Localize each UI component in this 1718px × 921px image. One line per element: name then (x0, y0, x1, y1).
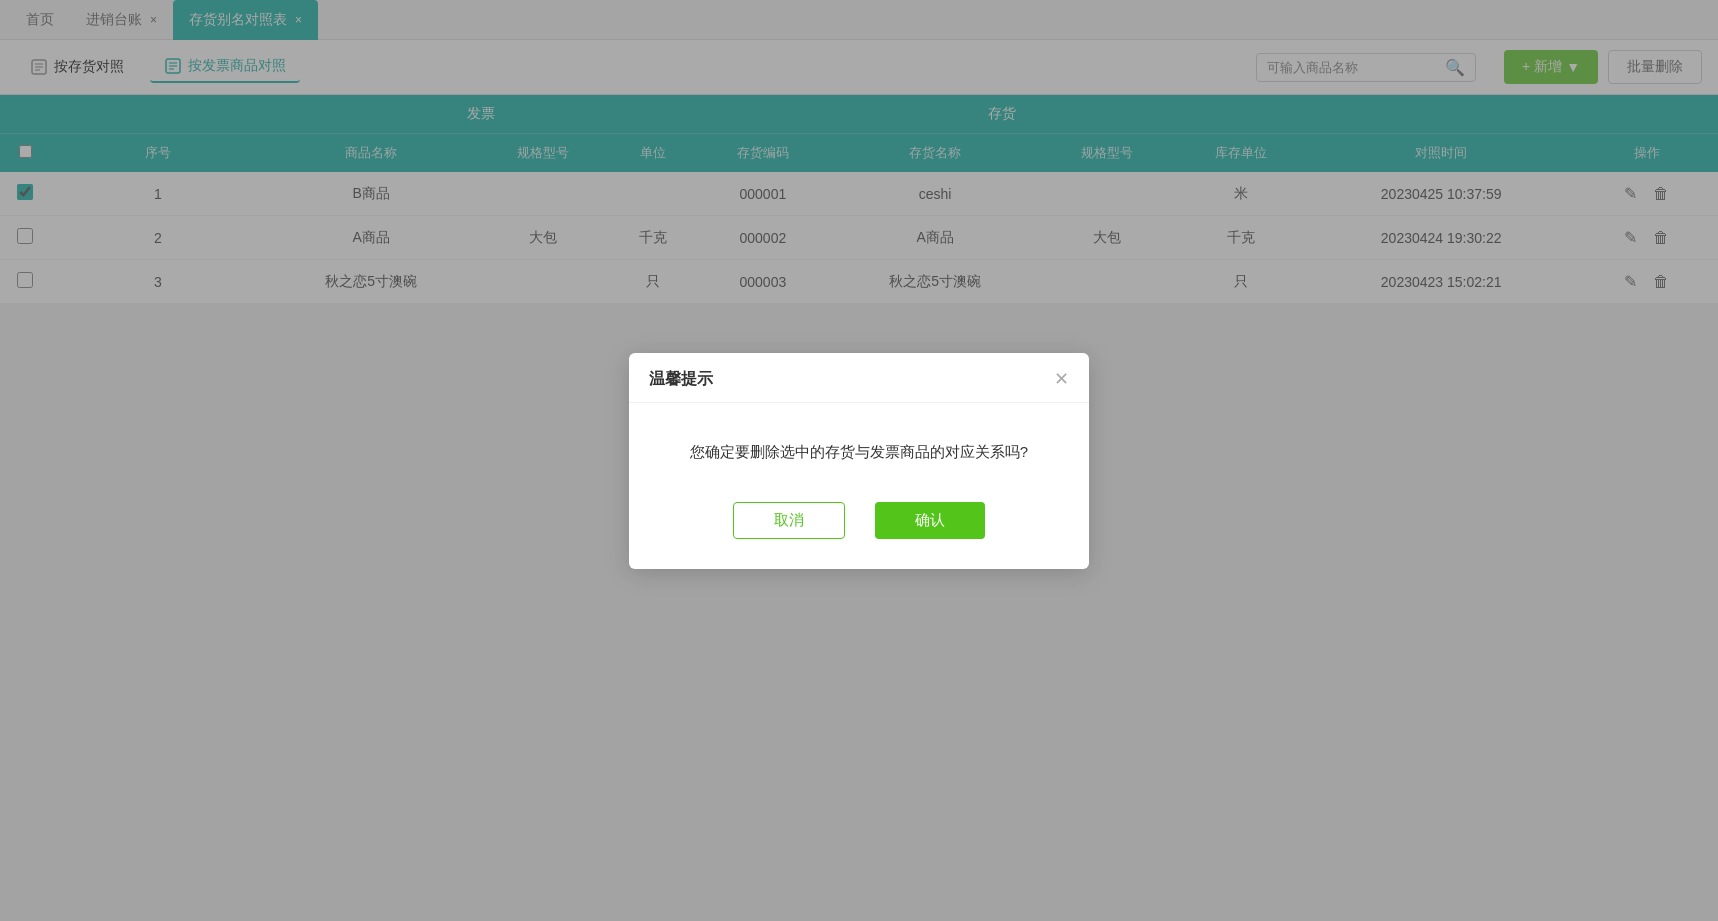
modal-overlay: 温馨提示 ✕ 您确定要删除选中的存货与发票商品的对应关系吗? 取消 确认 (0, 0, 1718, 304)
